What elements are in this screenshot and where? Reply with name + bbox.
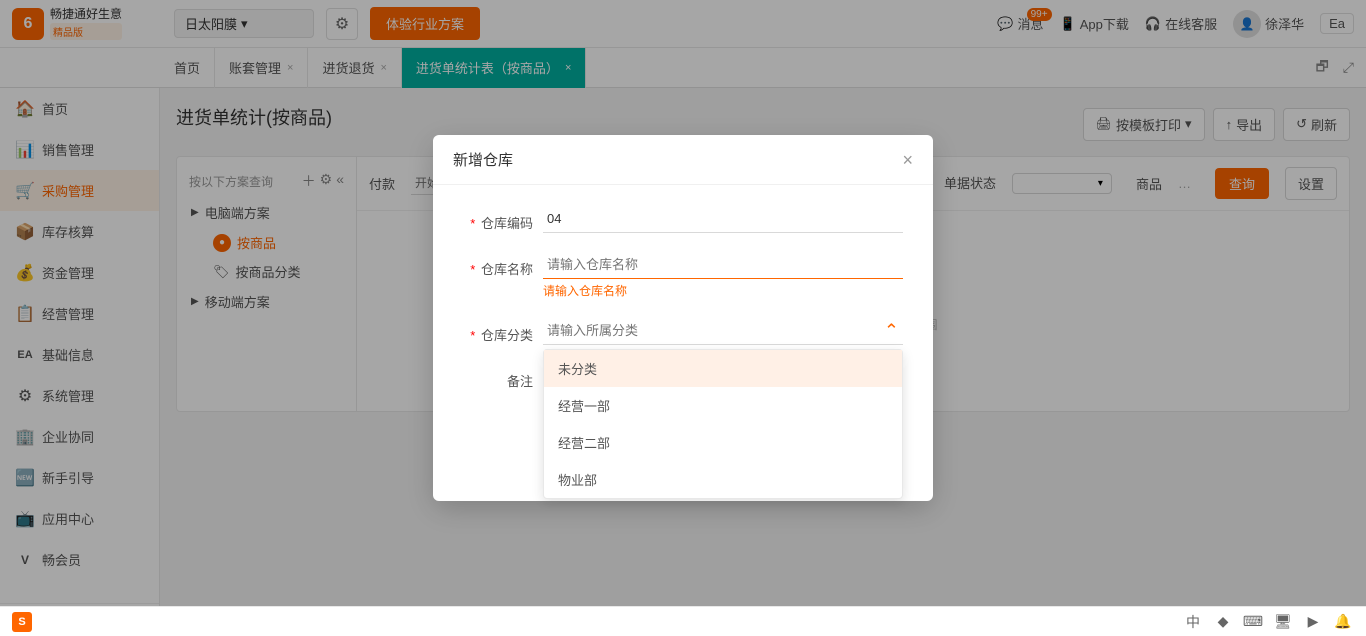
dropdown-item-property[interactable]: 物业部 [544,461,902,498]
dropdown-item-none[interactable]: 未分类 [544,350,902,387]
category-toggle-icon[interactable]: ⌃ [884,321,899,342]
code-control [543,205,903,233]
modal-overlay[interactable]: 新增仓库 × * 仓库编码 * 仓库名称 [0,0,1366,636]
required-star-code: * [470,216,475,231]
dropdown-item-dept1[interactable]: 经营一部 [544,387,902,424]
bottom-s-icon: S [12,612,32,632]
bottom-zh-icon[interactable]: 中 [1182,611,1204,633]
modal-close-button[interactable]: × [902,151,913,169]
bottom-icons: 中 ◆ ⌨ 🖥 ▶ 🔔 [1182,611,1354,633]
modal-body: * 仓库编码 * 仓库名称 请输入仓库名称 [433,185,933,440]
notes-label-text: 备注 [507,374,533,389]
dropdown-item-dept2[interactable]: 经营二部 [544,424,902,461]
category-label: * 仓库分类 [463,317,543,344]
bottom-monitor-icon[interactable]: 🖥 [1272,611,1294,633]
name-error-msg: 请输入仓库名称 [543,282,903,299]
bottom-logo: S [12,612,32,632]
name-label: * 仓库名称 [463,251,543,278]
category-control: ⌃ 未分类 经营一部 经营二部 物业部 [543,317,903,345]
category-dropdown: 未分类 经营一部 经营二部 物业部 [543,349,903,499]
add-warehouse-modal: 新增仓库 × * 仓库编码 * 仓库名称 [433,135,933,501]
category-input[interactable] [543,317,903,345]
warehouse-category-row: * 仓库分类 ⌃ 未分类 经营一部 经营二部 物业部 [463,317,903,345]
code-label: * 仓库编码 [463,205,543,232]
modal-header: 新增仓库 × [433,135,933,185]
warehouse-name-row: * 仓库名称 请输入仓库名称 [463,251,903,299]
required-star-cat: * [470,328,475,343]
bottom-bar: S 中 ◆ ⌨ 🖥 ▶ 🔔 [0,606,1366,636]
warehouse-code-row: * 仓库编码 [463,205,903,233]
category-input-wrapper: ⌃ 未分类 经营一部 经营二部 物业部 [543,317,903,345]
bottom-keyboard-icon[interactable]: ⌨ [1242,611,1264,633]
name-label-text: 仓库名称 [481,262,533,277]
required-star-name: * [470,262,475,277]
category-label-text: 仓库分类 [481,328,533,343]
warehouse-code-input[interactable] [543,205,903,233]
bottom-play-icon[interactable]: ▶ [1302,611,1324,633]
code-label-text: 仓库编码 [481,216,533,231]
notes-label: 备注 [463,363,543,390]
bottom-diamond-icon[interactable]: ◆ [1212,611,1234,633]
warehouse-name-input[interactable] [543,251,903,279]
bottom-bell-icon[interactable]: 🔔 [1332,611,1354,633]
name-control: 请输入仓库名称 [543,251,903,299]
modal-title: 新增仓库 [453,149,513,170]
